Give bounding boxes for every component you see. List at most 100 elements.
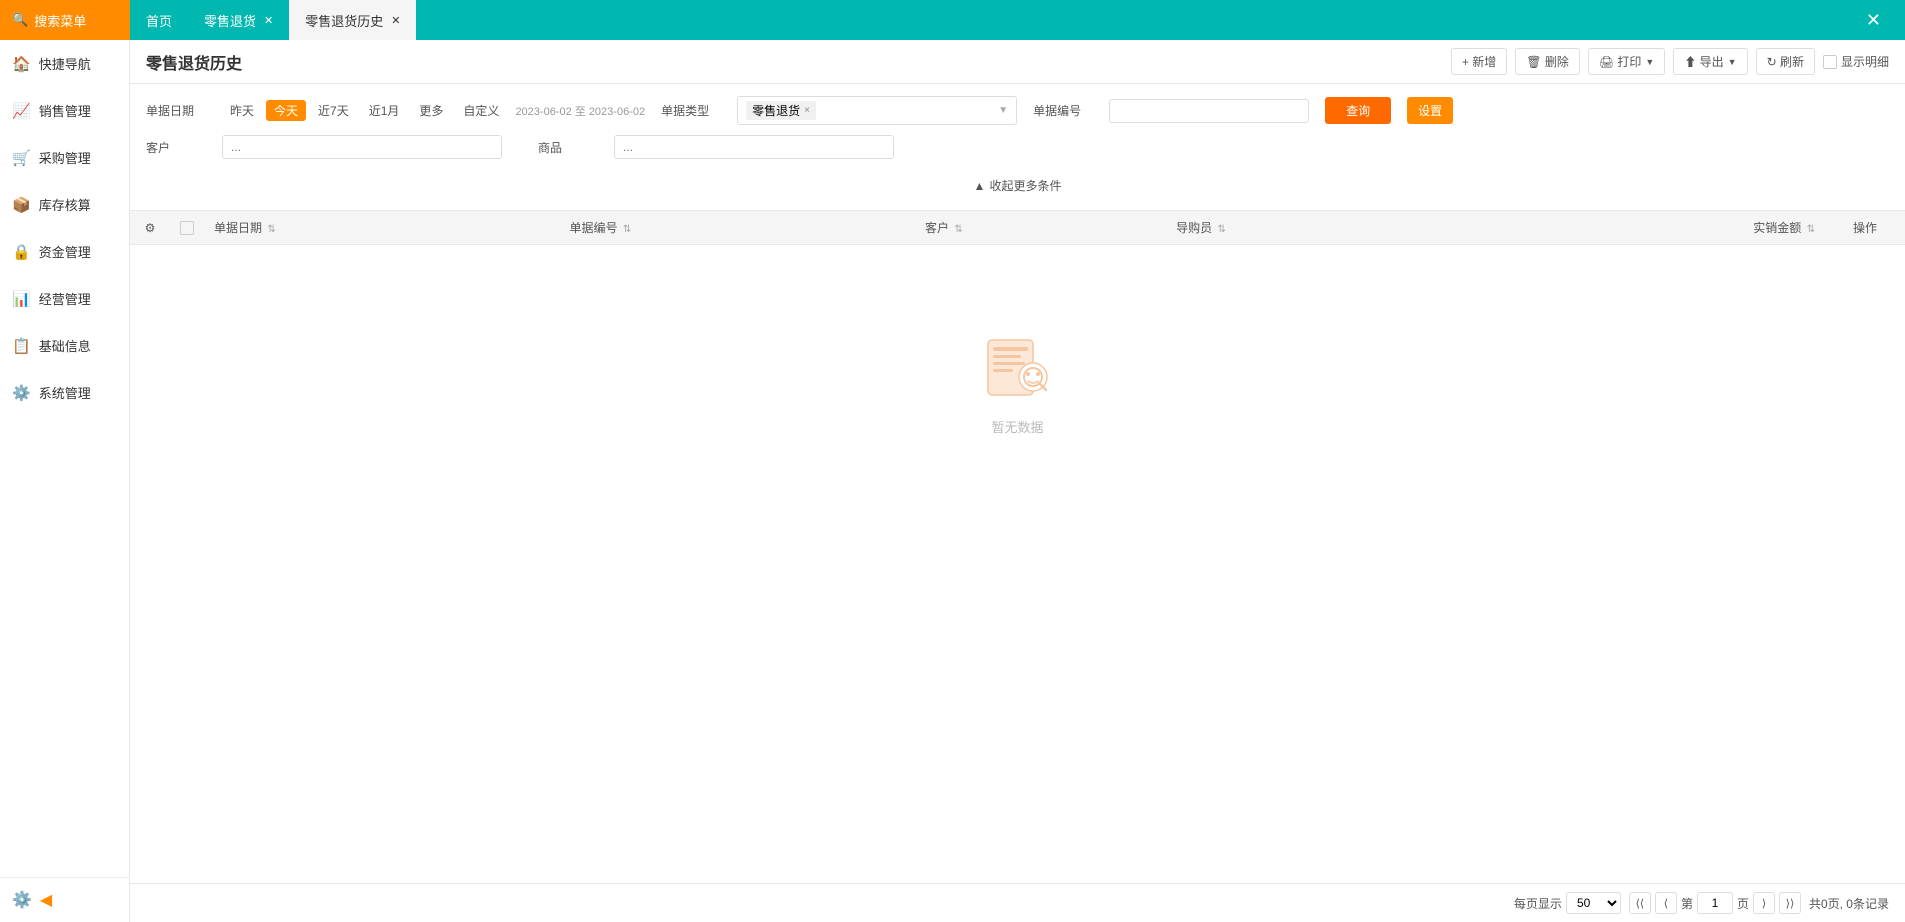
inventory-icon: 📦: [12, 196, 31, 214]
number-filter-input[interactable]: [1109, 99, 1309, 123]
search-menu-btn[interactable]: 🔍 搜索菜单: [0, 0, 130, 40]
empty-icon: [978, 325, 1058, 405]
th-customer[interactable]: 客户 ⇅: [915, 211, 1166, 245]
last-page-btn[interactable]: ⟩⟩: [1779, 892, 1801, 914]
prev-page-btn[interactable]: ⟨: [1655, 892, 1677, 914]
sidebar-bottom: ⚙️ ◀: [0, 877, 129, 922]
show-detail-checkbox-box[interactable]: [1823, 55, 1837, 69]
sidebar-item-finance[interactable]: 🔒 资金管理: [0, 228, 129, 275]
guide-sort-icon: ⇅: [1218, 224, 1226, 235]
settings-icon[interactable]: ⚙: [145, 221, 156, 235]
page-number-input[interactable]: 1: [1697, 892, 1733, 914]
new-button[interactable]: + 新增: [1451, 48, 1507, 75]
sidebar: 🏠 快捷导航 📈 销售管理 🛒 采购管理 📦 库存核算 🔒 资金管理 📊 经营管…: [0, 40, 130, 922]
pagination-bar: 每页显示 20 50 100 ⟨⟨ ⟨ 第 1 页 ⟩ ⟩⟩ 共0页, 0条记录: [130, 883, 1905, 922]
system-icon: ⚙️: [12, 384, 31, 402]
page-title: 零售退货历史: [146, 50, 1451, 74]
type-tag-close[interactable]: ×: [804, 105, 810, 116]
date-btn-yesterday[interactable]: 昨天: [222, 100, 262, 121]
sidebar-item-basic-info[interactable]: 📋 基础信息: [0, 322, 129, 369]
amount-sort-icon: ⇅: [1807, 224, 1815, 235]
first-page-btn[interactable]: ⟨⟨: [1629, 892, 1651, 914]
sidebar-item-quick-nav[interactable]: 🏠 快捷导航: [0, 40, 129, 87]
date-btn-1month[interactable]: 近1月: [361, 100, 408, 121]
per-page-select[interactable]: 20 50 100: [1566, 892, 1621, 914]
tab-retail-return-history[interactable]: 零售退货历史 ✕: [289, 0, 416, 40]
collapse-more-btn[interactable]: ▲ 收起更多条件: [962, 173, 1074, 198]
query-button[interactable]: 查询: [1325, 97, 1391, 124]
top-bar-right: ✕: [1858, 10, 1905, 31]
type-dropdown-arrow: ▼: [998, 105, 1008, 116]
filter-area: 单据日期 昨天 今天 近7天 近1月 更多 自定义 2023-06-02 至 2…: [130, 84, 1905, 211]
tab-retail-return-close[interactable]: ✕: [264, 14, 273, 27]
date-range-display: 2023-06-02 至 2023-06-02: [515, 103, 645, 119]
total-info: 共0页, 0条记录: [1809, 895, 1889, 912]
window-close-btn[interactable]: ✕: [1858, 10, 1889, 30]
th-date[interactable]: 单据日期 ⇅: [204, 211, 560, 245]
tab-home[interactable]: 首页: [130, 0, 188, 40]
export-button[interactable]: ⬆ 导出 ▼: [1673, 48, 1747, 75]
number-sort-icon: ⇅: [623, 224, 631, 235]
goods-filter-input[interactable]: [614, 135, 894, 159]
sidebar-settings-btn[interactable]: ⚙️: [12, 890, 32, 910]
date-sort-icon: ⇅: [267, 224, 275, 235]
sidebar-item-operations[interactable]: 📊 经营管理: [0, 275, 129, 322]
type-filter-label: 单据类型: [661, 102, 721, 119]
date-filter-label: 单据日期: [146, 102, 206, 119]
select-all-checkbox[interactable]: [180, 221, 194, 235]
th-amount[interactable]: 实销金额 ⇅: [1469, 211, 1825, 245]
show-detail-checkbox[interactable]: 显示明细: [1823, 53, 1889, 70]
operations-icon: 📊: [12, 290, 31, 308]
page-nav: ⟨⟨ ⟨ 第 1 页 ⟩ ⟩⟩: [1629, 892, 1801, 914]
empty-state: 暂无数据: [130, 245, 1905, 516]
collapse-row: ▲ 收起更多条件: [146, 169, 1889, 198]
tab-bar: 首页 零售退货 ✕ 零售退货历史 ✕: [130, 0, 1858, 40]
page-header: 零售退货历史 + 新增 🗑 删除 🖨 打印 ▼ ⬆ 导出 ▼ ↻ 刷新 显示明细: [130, 40, 1905, 84]
sidebar-item-sales[interactable]: 📈 销售管理: [0, 87, 129, 134]
empty-text: 暂无数据: [991, 417, 1043, 436]
date-filters: 昨天 今天 近7天 近1月 更多 自定义 2023-06-02 至 2023-0…: [222, 100, 645, 121]
export-dropdown-icon: ▼: [1728, 57, 1737, 67]
th-settings[interactable]: ⚙: [130, 211, 170, 245]
goods-filter-label: 商品: [538, 139, 598, 156]
sidebar-item-inventory[interactable]: 📦 库存核算: [0, 181, 129, 228]
chevron-up-icon: ▲: [974, 179, 986, 193]
delete-button[interactable]: 🗑 删除: [1515, 48, 1580, 75]
date-btn-today[interactable]: 今天: [266, 100, 306, 121]
data-table: ⚙ 单据日期 ⇅ 单据编号 ⇅: [130, 211, 1905, 245]
type-tag: 零售退货 ×: [746, 101, 816, 120]
table-header-row: ⚙ 单据日期 ⇅ 单据编号 ⇅: [130, 211, 1905, 245]
date-btn-more[interactable]: 更多: [411, 100, 451, 121]
tab-retail-return-history-close[interactable]: ✕: [391, 14, 400, 27]
search-icon: 🔍: [12, 12, 28, 28]
tab-retail-return[interactable]: 零售退货 ✕: [188, 0, 289, 40]
per-page-selector: 每页显示 20 50 100: [1514, 892, 1621, 914]
content-area: 零售退货历史 + 新增 🗑 删除 🖨 打印 ▼ ⬆ 导出 ▼ ↻ 刷新 显示明细: [130, 40, 1905, 922]
customer-sort-icon: ⇅: [954, 224, 962, 235]
search-menu-label: 搜索菜单: [34, 11, 86, 30]
home-icon: 🏠: [12, 55, 31, 73]
print-button[interactable]: 🖨 打印 ▼: [1588, 48, 1666, 75]
header-actions: + 新增 🗑 删除 🖨 打印 ▼ ⬆ 导出 ▼ ↻ 刷新 显示明细: [1451, 48, 1889, 75]
sidebar-collapse-btn[interactable]: ◀: [40, 890, 52, 910]
filter-row-1: 单据日期 昨天 今天 近7天 近1月 更多 自定义 2023-06-02 至 2…: [146, 96, 1889, 125]
next-page-btn[interactable]: ⟩: [1753, 892, 1775, 914]
refresh-button[interactable]: ↻ 刷新: [1756, 48, 1815, 75]
th-guide[interactable]: 导购员 ⇅: [1166, 211, 1469, 245]
finance-icon: 🔒: [12, 243, 31, 261]
customer-filter-input[interactable]: [222, 135, 502, 159]
sidebar-item-system[interactable]: ⚙️ 系统管理: [0, 369, 129, 416]
date-btn-7days[interactable]: 近7天: [310, 100, 357, 121]
print-dropdown-icon: ▼: [1645, 57, 1654, 67]
settings-button[interactable]: 设置: [1407, 97, 1453, 124]
th-checkbox[interactable]: [170, 211, 204, 245]
table-area: ⚙ 单据日期 ⇅ 单据编号 ⇅: [130, 211, 1905, 883]
number-filter-label: 单据编号: [1033, 102, 1093, 119]
sidebar-item-purchase[interactable]: 🛒 采购管理: [0, 134, 129, 181]
th-number[interactable]: 单据编号 ⇅: [560, 211, 916, 245]
basic-info-icon: 📋: [12, 337, 31, 355]
customer-filter-label: 客户: [146, 139, 206, 156]
date-btn-custom[interactable]: 自定义: [455, 100, 507, 121]
type-filter-select[interactable]: 零售退货 × ▼: [737, 96, 1017, 125]
th-actions: 操作: [1825, 211, 1905, 245]
